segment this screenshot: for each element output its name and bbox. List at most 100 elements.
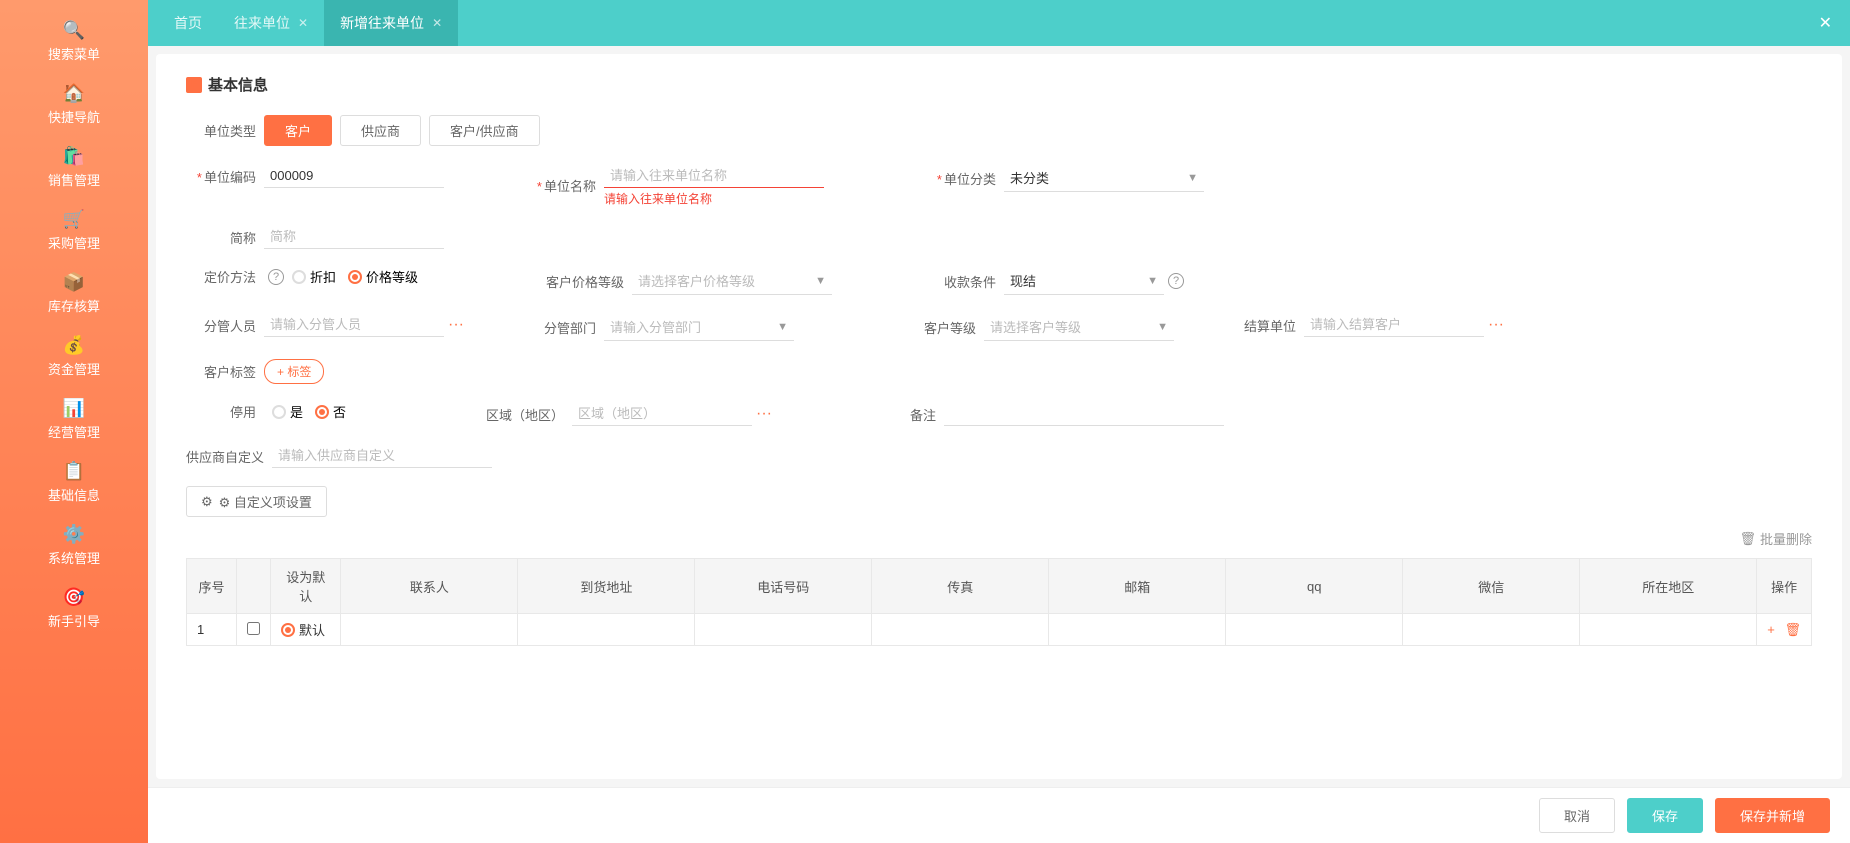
pricing-radio-group: 折扣 价格等级: [292, 267, 418, 286]
unit-name-input[interactable]: [604, 164, 824, 188]
sales-icon: 🛍️: [63, 146, 85, 167]
page-content: F 基本信息 单位类型 客户 供应商 客户/供应商 单位编码 单位名称: [156, 54, 1842, 779]
unit-category-select[interactable]: 未分类 ▼: [1004, 164, 1204, 192]
row-wechat[interactable]: [1403, 614, 1580, 646]
row-checkbox[interactable]: [237, 614, 271, 646]
contact-table: 序号 设为默认 联系人 到货地址 电话号码 传真 邮箱 qq 微信 所在地区 操…: [186, 558, 1812, 646]
row-fax-input[interactable]: [882, 622, 1038, 637]
payment-terms-select[interactable]: 现结 ▼: [1004, 267, 1164, 295]
row-phone-input[interactable]: [705, 622, 861, 637]
row-default-radio[interactable]: 默认: [281, 620, 330, 639]
sidebar-item-label: 快捷导航: [48, 107, 100, 126]
sidebar-item-sales[interactable]: 🛍️ 销售管理: [0, 136, 148, 199]
row-fax[interactable]: [872, 614, 1049, 646]
settlement-unit-dots[interactable]: ···: [1484, 316, 1508, 334]
disabled-radio-no[interactable]: 否: [315, 402, 346, 421]
sidebar-item-finance[interactable]: 💰 资金管理: [0, 325, 148, 388]
manager-input[interactable]: [264, 313, 444, 337]
row-add-btn[interactable]: +: [1767, 622, 1775, 637]
row-address-input[interactable]: [528, 622, 684, 637]
row-wechat-input[interactable]: [1413, 622, 1569, 637]
sidebar-item-label: 基础信息: [48, 485, 100, 504]
row-email[interactable]: [1049, 614, 1226, 646]
settlement-unit-input[interactable]: [1304, 313, 1484, 337]
sidebar-item-purchase[interactable]: 🛒 采购管理: [0, 199, 148, 262]
disabled-radio-yes[interactable]: 是: [272, 402, 303, 421]
alias-input[interactable]: [264, 225, 444, 249]
row-address[interactable]: [518, 614, 695, 646]
save-new-button[interactable]: 保存并新增: [1715, 798, 1830, 833]
unit-code-input[interactable]: [264, 164, 444, 188]
tab-partners[interactable]: 往来单位 ✕: [218, 0, 324, 46]
payment-terms-help-icon[interactable]: ?: [1168, 273, 1184, 289]
supplier-custom-item: 供应商自定义: [186, 444, 1812, 468]
sidebar-item-label: 采购管理: [48, 233, 100, 252]
unit-type-btn-customer[interactable]: 客户: [264, 115, 332, 146]
pricing-radio-level-circle: [348, 270, 362, 284]
tab-partners-close[interactable]: ✕: [298, 16, 308, 30]
tab-new-partner-close[interactable]: ✕: [432, 16, 442, 30]
row-region[interactable]: [1580, 614, 1757, 646]
pricing-radio-level-label: 价格等级: [366, 267, 418, 286]
add-tag-button[interactable]: + 标签: [264, 359, 324, 384]
row-no: 1: [187, 614, 237, 646]
sidebar-item-search[interactable]: 🔍 搜索菜单: [0, 10, 148, 73]
finance-icon: 💰: [63, 335, 85, 356]
unit-type-label: 单位类型: [186, 121, 256, 140]
batch-delete-area: 🗑 批量删除: [186, 529, 1812, 548]
pricing-help-icon[interactable]: ?: [268, 269, 284, 285]
region-input[interactable]: [572, 402, 752, 426]
settlement-unit-label: 结算单位: [1226, 316, 1296, 335]
tab-bar-close-all[interactable]: ✕: [1811, 9, 1840, 37]
customer-level-arrow: ▼: [1157, 321, 1168, 333]
pricing-radio-discount-circle: [292, 270, 306, 284]
unit-type-btn-supplier[interactable]: 供应商: [340, 115, 421, 146]
sidebar-item-operations[interactable]: 📊 经营管理: [0, 388, 148, 451]
sidebar-item-system[interactable]: ⚙️ 系统管理: [0, 514, 148, 577]
tab-home[interactable]: 首页: [158, 0, 218, 46]
customer-price-level-select[interactable]: 请选择客户价格等级 ▼: [632, 267, 832, 295]
unit-category-item: 单位分类 未分类 ▼: [926, 164, 1812, 192]
manager-dots[interactable]: ···: [444, 316, 468, 334]
pricing-item: 定价方法 ? 折扣 价格等级: [186, 267, 526, 286]
row-qq-input[interactable]: [1236, 622, 1392, 637]
customer-level-select[interactable]: 请选择客户等级 ▼: [984, 313, 1174, 341]
row-region-input[interactable]: [1590, 622, 1746, 637]
customer-price-level-item: 客户价格等级 请选择客户价格等级 ▼: [546, 267, 906, 295]
pricing-radio-discount[interactable]: 折扣: [292, 267, 336, 286]
disabled-radio-group: 是 否: [272, 402, 346, 421]
row-contact[interactable]: [341, 614, 518, 646]
sidebar-item-inventory[interactable]: 📦 库存核算: [0, 262, 148, 325]
custom-settings-button[interactable]: ⚙ ⚙ 自定义项设置: [186, 486, 327, 517]
save-button[interactable]: 保存: [1627, 798, 1703, 833]
table-row: 1 默认: [187, 614, 1812, 646]
region-item: 区域（地区） ···: [486, 402, 846, 426]
unit-name-wrapper: 请输入往来单位名称: [604, 164, 824, 207]
remark-input[interactable]: [944, 402, 1224, 426]
row-qq[interactable]: [1226, 614, 1403, 646]
row-delete-btn[interactable]: 🗑: [1784, 622, 1801, 637]
col-address: 到货地址: [518, 559, 695, 614]
row-phone[interactable]: [695, 614, 872, 646]
cancel-button[interactable]: 取消: [1539, 798, 1615, 833]
department-select[interactable]: 请输入分管部门 ▼: [604, 313, 794, 341]
row-email-input[interactable]: [1059, 622, 1215, 637]
batch-delete-button[interactable]: 🗑 批量删除: [1739, 529, 1812, 548]
sidebar-item-basics[interactable]: 📋 基础信息: [0, 451, 148, 514]
supplier-custom-input[interactable]: [272, 444, 492, 468]
department-placeholder: 请输入分管部门: [610, 317, 701, 336]
sidebar-item-guide[interactable]: 🎯 新手引导: [0, 577, 148, 640]
row-contact-input[interactable]: [351, 622, 507, 637]
section-title: F 基本信息: [186, 74, 1812, 95]
department-arrow: ▼: [777, 321, 788, 333]
customer-tag-label: 客户标签: [186, 362, 256, 381]
pricing-radio-level[interactable]: 价格等级: [348, 267, 418, 286]
sidebar-item-quicknav[interactable]: 🏠 快捷导航: [0, 73, 148, 136]
region-dots[interactable]: ···: [752, 405, 776, 423]
custom-settings-wrapper: ⚙ ⚙ 自定义项设置: [186, 486, 1812, 517]
row-checkbox-input[interactable]: [247, 622, 260, 635]
disabled-radio-no-circle: [315, 405, 329, 419]
tab-new-partner[interactable]: 新增往来单位 ✕: [324, 0, 458, 46]
region-label: 区域（地区）: [486, 405, 564, 424]
unit-type-btn-both[interactable]: 客户/供应商: [429, 115, 540, 146]
